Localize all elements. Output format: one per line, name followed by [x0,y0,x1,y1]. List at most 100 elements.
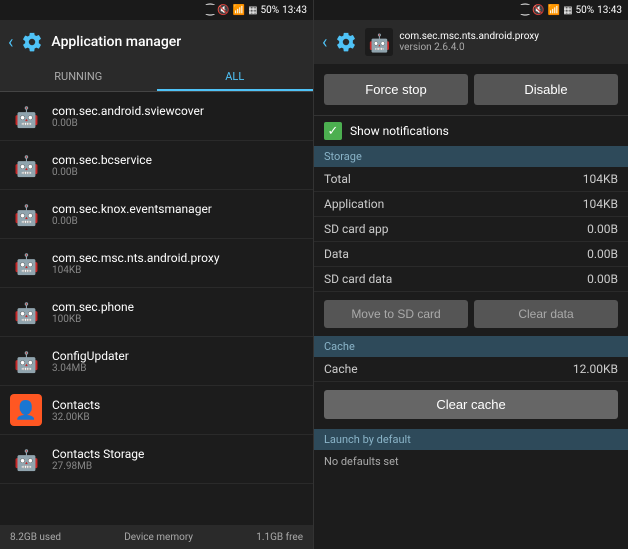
notifications-checkbox[interactable]: ✓ [324,122,342,140]
total-value: 104KB [583,172,618,186]
app-info: com.sec.knox.eventsmanager 0.00B [52,202,303,227]
app-size: 0.00B [52,167,303,178]
time-right: 13:43 [597,5,622,16]
app-icon-android: 🤖 [10,296,42,328]
list-item[interactable]: 👤 Contacts 32.00KB [0,386,313,435]
back-button-right[interactable]: ‹ [322,32,327,53]
app-name: com.sec.bcservice [52,153,303,167]
total-label: Total [324,172,351,186]
notifications-label: Show notifications [350,124,449,138]
list-item[interactable]: 🤖 com.sec.android.sviewcover 0.00B [0,92,313,141]
list-item[interactable]: 🤖 ConfigUpdater 3.04MB [0,337,313,386]
checkmark-icon: ✓ [328,124,339,139]
back-button[interactable]: ‹ [8,32,13,53]
app-size: 0.00B [52,118,303,129]
app-list: 🤖 com.sec.android.sviewcover 0.00B 🤖 com… [0,92,313,525]
svg-text:🤖: 🤖 [14,448,39,472]
svg-text:🤖: 🤖 [14,350,39,374]
sdcard-data-value: 0.00B [587,272,618,286]
right-panel: ⁐ 🔇 📶 ▦ 50% 13:43 ‹ 🤖 com.sec.msc.nts.an… [314,0,628,549]
storage-sddata-row: SD card data 0.00B [314,267,628,292]
svg-text:🤖: 🤖 [369,33,391,54]
storage-free: 1.1GB free [256,532,303,543]
storage-used: 8.2GB used [10,532,61,543]
status-icons-right: ⁐ 🔇 📶 ▦ 50% 13:43 [521,5,622,16]
disable-button[interactable]: Disable [474,74,618,105]
svg-text:🤖: 🤖 [14,252,39,276]
app-name: ConfigUpdater [52,349,303,363]
clear-data-button[interactable]: Clear data [474,300,618,328]
no-defaults-text: No defaults set [314,450,628,473]
list-item[interactable]: 🤖 com.sec.knox.eventsmanager 0.00B [0,190,313,239]
mute-icon: 🔇 [217,5,229,16]
app-name: Contacts Storage [52,447,303,461]
footer-bar: 8.2GB used Device memory 1.1GB free [0,525,313,549]
signal-icon-r: ▦ [563,5,572,16]
app-name: com.sec.phone [52,300,303,314]
app-name: com.sec.msc.nts.android.proxy [52,251,303,265]
app-info-header: ‹ 🤖 com.sec.msc.nts.android.proxy versio… [314,20,628,64]
app-info: Contacts 32.00KB [52,398,303,423]
move-to-sd-button[interactable]: Move to SD card [324,300,468,328]
app-info: com.sec.msc.nts.android.proxy 104KB [52,251,303,276]
left-panel: ⁐ 🔇 📶 ▦ 50% 13:43 ‹ Application manager … [0,0,314,549]
list-item[interactable]: 🤖 com.sec.bcservice 0.00B [0,141,313,190]
status-bar-right: ⁐ 🔇 📶 ▦ 50% 13:43 [314,0,628,20]
battery-icon: 50% [261,5,280,16]
person-icon: 👤 [15,400,37,421]
cache-value: 12.00KB [573,362,618,376]
storage-label: Device memory [124,532,193,543]
time-left: 13:43 [282,5,307,16]
app-icon-android: 🤖 [10,247,42,279]
cache-row: Cache 12.00KB [314,357,628,382]
app-size: 32.00KB [52,412,303,423]
svg-text:🤖: 🤖 [14,301,39,325]
bluetooth-icon: ⁐ [206,5,214,16]
data-label: Data [324,247,349,261]
list-item[interactable]: 🤖 com.sec.msc.nts.android.proxy 104KB [0,239,313,288]
app-size: 0.00B [52,216,303,227]
application-value: 104KB [583,197,618,211]
status-bar-left: ⁐ 🔇 📶 ▦ 50% 13:43 [0,0,313,20]
list-item[interactable]: 🤖 Contacts Storage 27.98MB [0,435,313,484]
mute-icon-r: 🔇 [532,5,544,16]
tab-all[interactable]: ALL [157,64,314,91]
signal-icon: ▦ [248,5,257,16]
force-stop-button[interactable]: Force stop [324,74,468,105]
app-info: Contacts Storage 27.98MB [52,447,303,472]
app-info: com.sec.phone 100KB [52,300,303,325]
app-icon-contacts: 👤 [10,394,42,426]
battery-icon-r: 50% [576,5,595,16]
list-item[interactable]: 🤖 com.sec.phone 100KB [0,288,313,337]
status-icons-left: ⁐ 🔇 📶 ▦ 50% 13:43 [206,5,307,16]
app-info: com.sec.android.sviewcover 0.00B [52,104,303,129]
app-icon-android: 🤖 [10,100,42,132]
app-version: version 2.6.4.0 [399,42,539,53]
svg-text:🤖: 🤖 [14,154,39,178]
app-icon-android: 🤖 [10,443,42,475]
app-info: com.sec.bcservice 0.00B [52,153,303,178]
app-name: com.sec.knox.eventsmanager [52,202,303,216]
app-size: 27.98MB [52,461,303,472]
left-header: ‹ Application manager [0,20,313,64]
storage-data-row: Data 0.00B [314,242,628,267]
app-name: Contacts [52,398,303,412]
storage-app-row: Application 104KB [314,192,628,217]
app-icon-android: 🤖 [10,345,42,377]
tab-running[interactable]: RUNNING [0,64,157,91]
app-size: 104KB [52,265,303,276]
action-buttons: Force stop Disable [314,64,628,115]
clear-cache-button[interactable]: Clear cache [324,390,618,419]
app-icon-android: 🤖 [10,198,42,230]
wifi-icon-r: 📶 [548,5,560,16]
gear-icon [21,31,43,53]
data-value: 0.00B [587,247,618,261]
tab-bar: RUNNING ALL [0,64,313,92]
sdcard-data-label: SD card data [324,272,392,286]
sdcard-app-label: SD card app [324,222,389,236]
application-label: Application [324,197,384,211]
left-panel-title: Application manager [51,34,181,50]
bluetooth-icon-r: ⁐ [521,5,529,16]
app-detail-icon: 🤖 [365,28,393,56]
notifications-row: ✓ Show notifications [314,115,628,146]
